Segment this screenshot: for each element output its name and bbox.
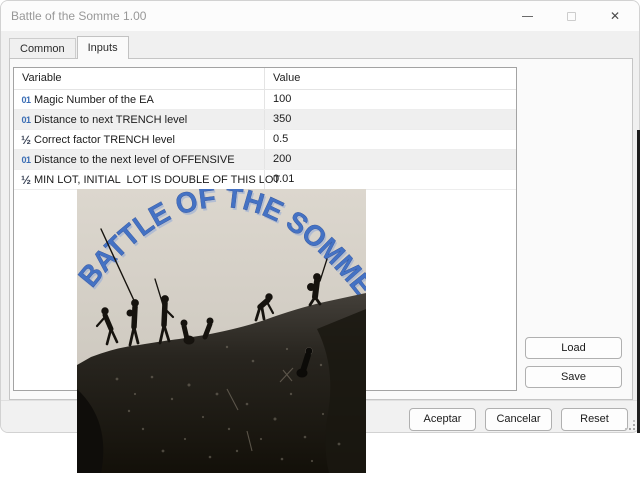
value-cell[interactable]: 0.5 bbox=[264, 130, 516, 149]
tab-common[interactable]: Common bbox=[9, 38, 76, 59]
load-button[interactable]: Load bbox=[525, 337, 622, 359]
table-header: Variable Value bbox=[14, 68, 516, 90]
variable-cell: 01 Magic Number of the EA bbox=[14, 90, 264, 109]
variable-cell: ½ MIN LOT, INITIAL LOT IS DOUBLE OF THIS … bbox=[14, 170, 280, 189]
battle-of-the-somme-image: BATTLE OF THE SOMME BATTLE OF THE SOMME bbox=[77, 189, 366, 473]
variable-label: Distance to the next level of OFFENSIVE bbox=[34, 153, 235, 166]
variable-cell: ½ Correct factor TRENCH level bbox=[14, 130, 264, 149]
integer-type-icon: 01 bbox=[21, 94, 31, 105]
reset-button[interactable]: Reset bbox=[561, 408, 628, 431]
value-cell[interactable]: 0.01 bbox=[264, 170, 516, 189]
variable-label: MIN LOT, INITIAL LOT IS DOUBLE OF THIS L… bbox=[34, 173, 281, 186]
value-cell[interactable]: 200 bbox=[264, 150, 516, 169]
somme-photo-illustration: BATTLE OF THE SOMME BATTLE OF THE SOMME bbox=[77, 189, 366, 473]
value-cell[interactable]: 350 bbox=[264, 110, 516, 129]
minimize-icon bbox=[521, 15, 533, 17]
tab-inputs[interactable]: Inputs bbox=[76, 36, 129, 59]
variable-cell: 01 Distance to next TRENCH level bbox=[14, 110, 264, 129]
maximize-icon bbox=[566, 11, 576, 21]
table-row[interactable]: ½ Correct factor TRENCH level 0.5 bbox=[14, 130, 516, 150]
table-row[interactable]: ½ MIN LOT, INITIAL LOT IS DOUBLE OF THIS … bbox=[14, 170, 516, 190]
tab-strip: Common Inputs bbox=[9, 36, 130, 59]
screenshot-stage: Battle of the Somme 1.00 ✕ Common Inputs bbox=[0, 0, 640, 480]
window-controls: ✕ bbox=[505, 1, 637, 31]
close-icon: ✕ bbox=[609, 9, 621, 23]
accept-button[interactable]: Aceptar bbox=[409, 408, 476, 431]
integer-type-icon: 01 bbox=[21, 154, 31, 165]
minimize-button[interactable] bbox=[505, 1, 549, 31]
variable-label: Correct factor TRENCH level bbox=[34, 133, 175, 146]
double-type-icon: ½ bbox=[20, 132, 31, 147]
close-button[interactable]: ✕ bbox=[593, 1, 637, 31]
table-row[interactable]: 01 Distance to next TRENCH level 350 bbox=[14, 110, 516, 130]
table-row[interactable]: 01 Distance to the next level of OFFENSIV… bbox=[14, 150, 516, 170]
titlebar[interactable]: Battle of the Somme 1.00 ✕ bbox=[1, 1, 639, 31]
table-row[interactable]: 01 Magic Number of the EA 100 bbox=[14, 90, 516, 110]
variable-label: Magic Number of the EA bbox=[34, 93, 154, 106]
variable-label: Distance to next TRENCH level bbox=[34, 113, 188, 126]
column-header-value[interactable]: Value bbox=[264, 68, 516, 89]
variable-cell: 01 Distance to the next level of OFFENSIV… bbox=[14, 150, 264, 169]
cancel-button[interactable]: Cancelar bbox=[485, 408, 552, 431]
double-type-icon: ½ bbox=[20, 172, 31, 187]
window-title: Battle of the Somme 1.00 bbox=[11, 9, 147, 23]
maximize-button[interactable] bbox=[549, 1, 593, 31]
value-cell[interactable]: 100 bbox=[264, 90, 516, 109]
resize-grip-icon[interactable] bbox=[625, 420, 635, 430]
integer-type-icon: 01 bbox=[21, 114, 31, 125]
column-header-variable[interactable]: Variable bbox=[14, 68, 264, 89]
save-button[interactable]: Save bbox=[525, 366, 622, 388]
